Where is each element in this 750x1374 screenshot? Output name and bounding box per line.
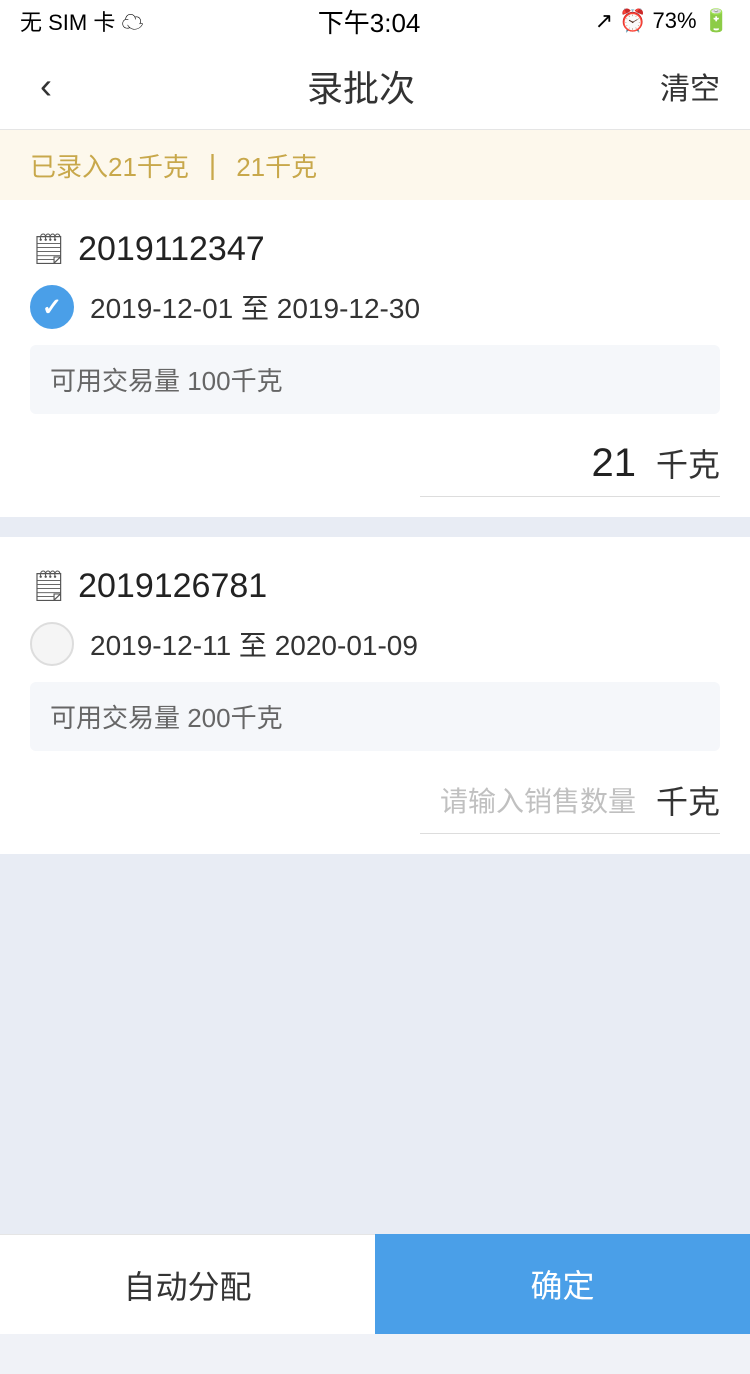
info-label: 已录入21千克 xyxy=(30,147,189,184)
divider-1 xyxy=(420,833,720,834)
batch-item-0: 🗒 2019112347 2019-12-01 至 2019-12-30 可用交… xyxy=(0,200,750,517)
battery-text: 73% xyxy=(653,8,697,34)
batch-date-0: 2019-12-01 至 2019-12-30 xyxy=(90,287,420,327)
batch-date-row-0: 2019-12-01 至 2019-12-30 xyxy=(30,285,720,329)
radio-button-0[interactable] xyxy=(30,285,74,329)
info-value: 21千克 xyxy=(236,147,317,184)
qty-unit-0: 千克 xyxy=(656,440,720,486)
batch-qty-row-1: 请输入销售数量 千克 xyxy=(30,767,720,833)
status-bar: 无 SIM 卡 ☁ 下午3:04 ↗ ⏰ 73% 🔋 xyxy=(0,0,750,42)
status-time: 下午3:04 xyxy=(318,3,421,40)
clear-button[interactable]: 清空 xyxy=(660,64,720,108)
batch-header-0: 🗒 2019112347 xyxy=(30,230,720,269)
back-button[interactable]: ‹ xyxy=(30,55,62,117)
batch-item-1: 🗒 2019126781 2019-12-11 至 2020-01-09 可用交… xyxy=(0,537,750,854)
no-sim-text: 无 SIM 卡 ☁ xyxy=(20,5,143,37)
batch-doc-icon-1: 🗒 xyxy=(30,569,68,604)
battery-icon: 🔋 xyxy=(703,8,730,34)
status-left: 无 SIM 卡 ☁ xyxy=(20,5,143,37)
radio-button-1[interactable] xyxy=(30,622,74,666)
qty-input-0[interactable] xyxy=(516,441,636,486)
info-banner: 已录入21千克 | 21千克 xyxy=(0,130,750,200)
confirm-button[interactable]: 确定 xyxy=(375,1234,750,1334)
batch-available-0: 可用交易量 100千克 xyxy=(30,345,720,414)
page-title: 录批次 xyxy=(307,60,415,112)
batch-date-row-1: 2019-12-11 至 2020-01-09 xyxy=(30,622,720,666)
bottom-buttons: 自动分配 确定 xyxy=(0,1234,750,1334)
batch-qty-row-0: 千克 xyxy=(30,430,720,496)
section-divider xyxy=(0,517,750,537)
empty-area xyxy=(0,854,750,1274)
location-icon: ↗ xyxy=(595,8,613,34)
auto-distribute-button[interactable]: 自动分配 xyxy=(0,1234,375,1334)
batch-doc-icon-0: 🗒 xyxy=(30,232,68,267)
info-divider: | xyxy=(209,149,216,181)
batch-id-1: 2019126781 xyxy=(78,567,267,606)
qty-unit-1: 千克 xyxy=(656,777,720,823)
batch-id-0: 2019112347 xyxy=(78,230,265,269)
status-right: ↗ ⏰ 73% 🔋 xyxy=(595,8,730,34)
divider-0 xyxy=(420,496,720,497)
qty-placeholder-1: 请输入销售数量 xyxy=(30,780,636,820)
batch-available-1: 可用交易量 200千克 xyxy=(30,682,720,751)
batch-date-1: 2019-12-11 至 2020-01-09 xyxy=(90,624,418,664)
alarm-icon: ⏰ xyxy=(619,8,646,34)
nav-bar: ‹ 录批次 清空 xyxy=(0,42,750,130)
batch-header-1: 🗒 2019126781 xyxy=(30,567,720,606)
